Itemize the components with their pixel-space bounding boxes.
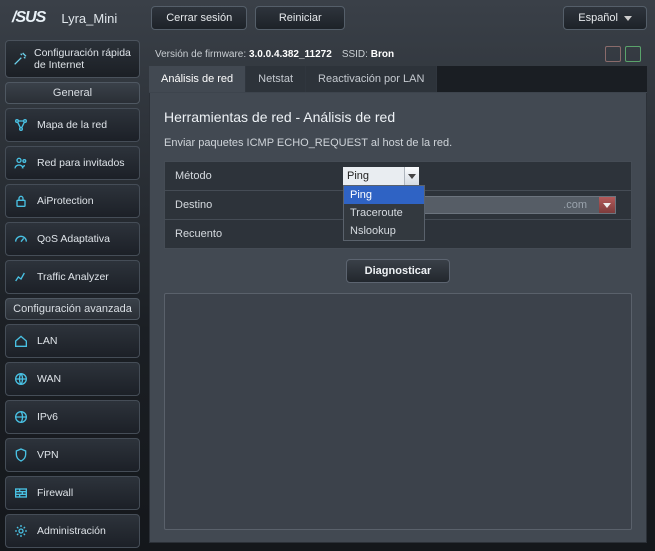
count-label: Recuento	[165, 228, 335, 240]
sidebar-item-ipv6[interactable]: IPv6	[5, 400, 140, 434]
output-textarea[interactable]	[164, 293, 632, 530]
home-icon	[12, 332, 30, 350]
method-dropdown: Ping Traceroute Nslookup	[343, 185, 425, 241]
info-bar: Versión de firmware: 3.0.0.4.382_11272 S…	[149, 42, 647, 66]
sidebar-item-aiprotection[interactable]: AiProtection	[5, 184, 140, 218]
quick-setup-label: Configuración rápida de Internet	[34, 47, 133, 71]
method-selected-value: Ping	[347, 170, 369, 182]
sidebar-item-label: VPN	[37, 449, 59, 461]
sidebar-item-label: Administración	[37, 525, 106, 537]
sidebar-item-label: Red para invitados	[37, 157, 125, 169]
sidebar-item-label: QoS Adaptativa	[37, 233, 110, 245]
globe-icon	[12, 370, 30, 388]
status-icon-2[interactable]	[625, 46, 641, 62]
method-option-traceroute[interactable]: Traceroute	[344, 204, 424, 222]
sidebar-item-guest-network[interactable]: Red para invitados	[5, 146, 140, 180]
method-label: Método	[165, 170, 335, 182]
language-label: Español	[578, 12, 618, 24]
sidebar-item-label: AiProtection	[37, 195, 94, 207]
sidebar-item-vpn[interactable]: VPN	[5, 438, 140, 472]
ssid-label: SSID:	[342, 49, 368, 60]
globe-icon	[12, 408, 30, 426]
network-icon	[12, 116, 30, 134]
sidebar-item-wan[interactable]: WAN	[5, 362, 140, 396]
sidebar-item-lan[interactable]: LAN	[5, 324, 140, 358]
sidebar-item-label: WAN	[37, 373, 61, 385]
tab-wake-on-lan[interactable]: Reactivación por LAN	[306, 66, 437, 92]
status-icon-1[interactable]	[605, 46, 621, 62]
shield-icon	[12, 446, 30, 464]
sidebar-item-traffic-analyzer[interactable]: Traffic Analyzer	[5, 260, 140, 294]
sidebar-item-label: Firewall	[37, 487, 73, 499]
gear-icon	[12, 522, 30, 540]
wand-icon	[12, 50, 28, 68]
ssid-value: Bron	[371, 49, 394, 60]
brick-icon	[12, 484, 30, 502]
method-select[interactable]: Ping	[343, 167, 419, 185]
chart-icon	[12, 268, 30, 286]
sidebar-item-label: LAN	[37, 335, 57, 347]
sidebar-item-administration[interactable]: Administración	[5, 514, 140, 548]
sidebar-item-label: Mapa de la red	[37, 119, 107, 131]
chevron-down-icon[interactable]	[599, 197, 615, 213]
chevron-down-icon	[404, 167, 419, 185]
product-name: Lyra_Mini	[61, 11, 117, 26]
sidebar-item-network-map[interactable]: Mapa de la red	[5, 108, 140, 142]
sidebar-item-label: Traffic Analyzer	[37, 271, 109, 283]
diagnose-button[interactable]: Diagnosticar	[346, 259, 451, 283]
language-select[interactable]: Español	[563, 6, 647, 30]
sidebar-item-qos[interactable]: QoS Adaptativa	[5, 222, 140, 256]
section-header-general: General	[5, 82, 140, 104]
firmware-label: Versión de firmware:	[155, 49, 246, 60]
method-option-ping[interactable]: Ping	[344, 186, 424, 204]
destination-label: Destino	[165, 199, 335, 211]
users-icon	[12, 154, 30, 172]
method-option-nslookup[interactable]: Nslookup	[344, 222, 424, 240]
sidebar-item-firewall[interactable]: Firewall	[5, 476, 140, 510]
section-header-advanced: Configuración avanzada	[5, 298, 140, 320]
panel-title: Herramientas de red - Análisis de red	[164, 109, 632, 125]
firmware-value: 3.0.0.4.382_11272	[249, 49, 332, 60]
form-container: Método Ping Ping Traceroute Nslookup	[164, 161, 632, 249]
quick-setup-button[interactable]: Configuración rápida de Internet	[5, 40, 140, 78]
panel-description: Enviar paquetes ICMP ECHO_REQUEST al hos…	[164, 137, 632, 149]
chevron-down-icon	[624, 16, 632, 21]
lock-icon	[12, 192, 30, 210]
tab-network-analysis[interactable]: Análisis de red	[149, 66, 246, 92]
logout-button[interactable]: Cerrar sesión	[151, 6, 247, 30]
gauge-icon	[12, 230, 30, 248]
tab-netstat[interactable]: Netstat	[246, 66, 306, 92]
sidebar-item-label: IPv6	[37, 411, 58, 423]
reboot-button[interactable]: Reiniciar	[255, 6, 345, 30]
brand-logo: /SUS	[8, 9, 49, 27]
